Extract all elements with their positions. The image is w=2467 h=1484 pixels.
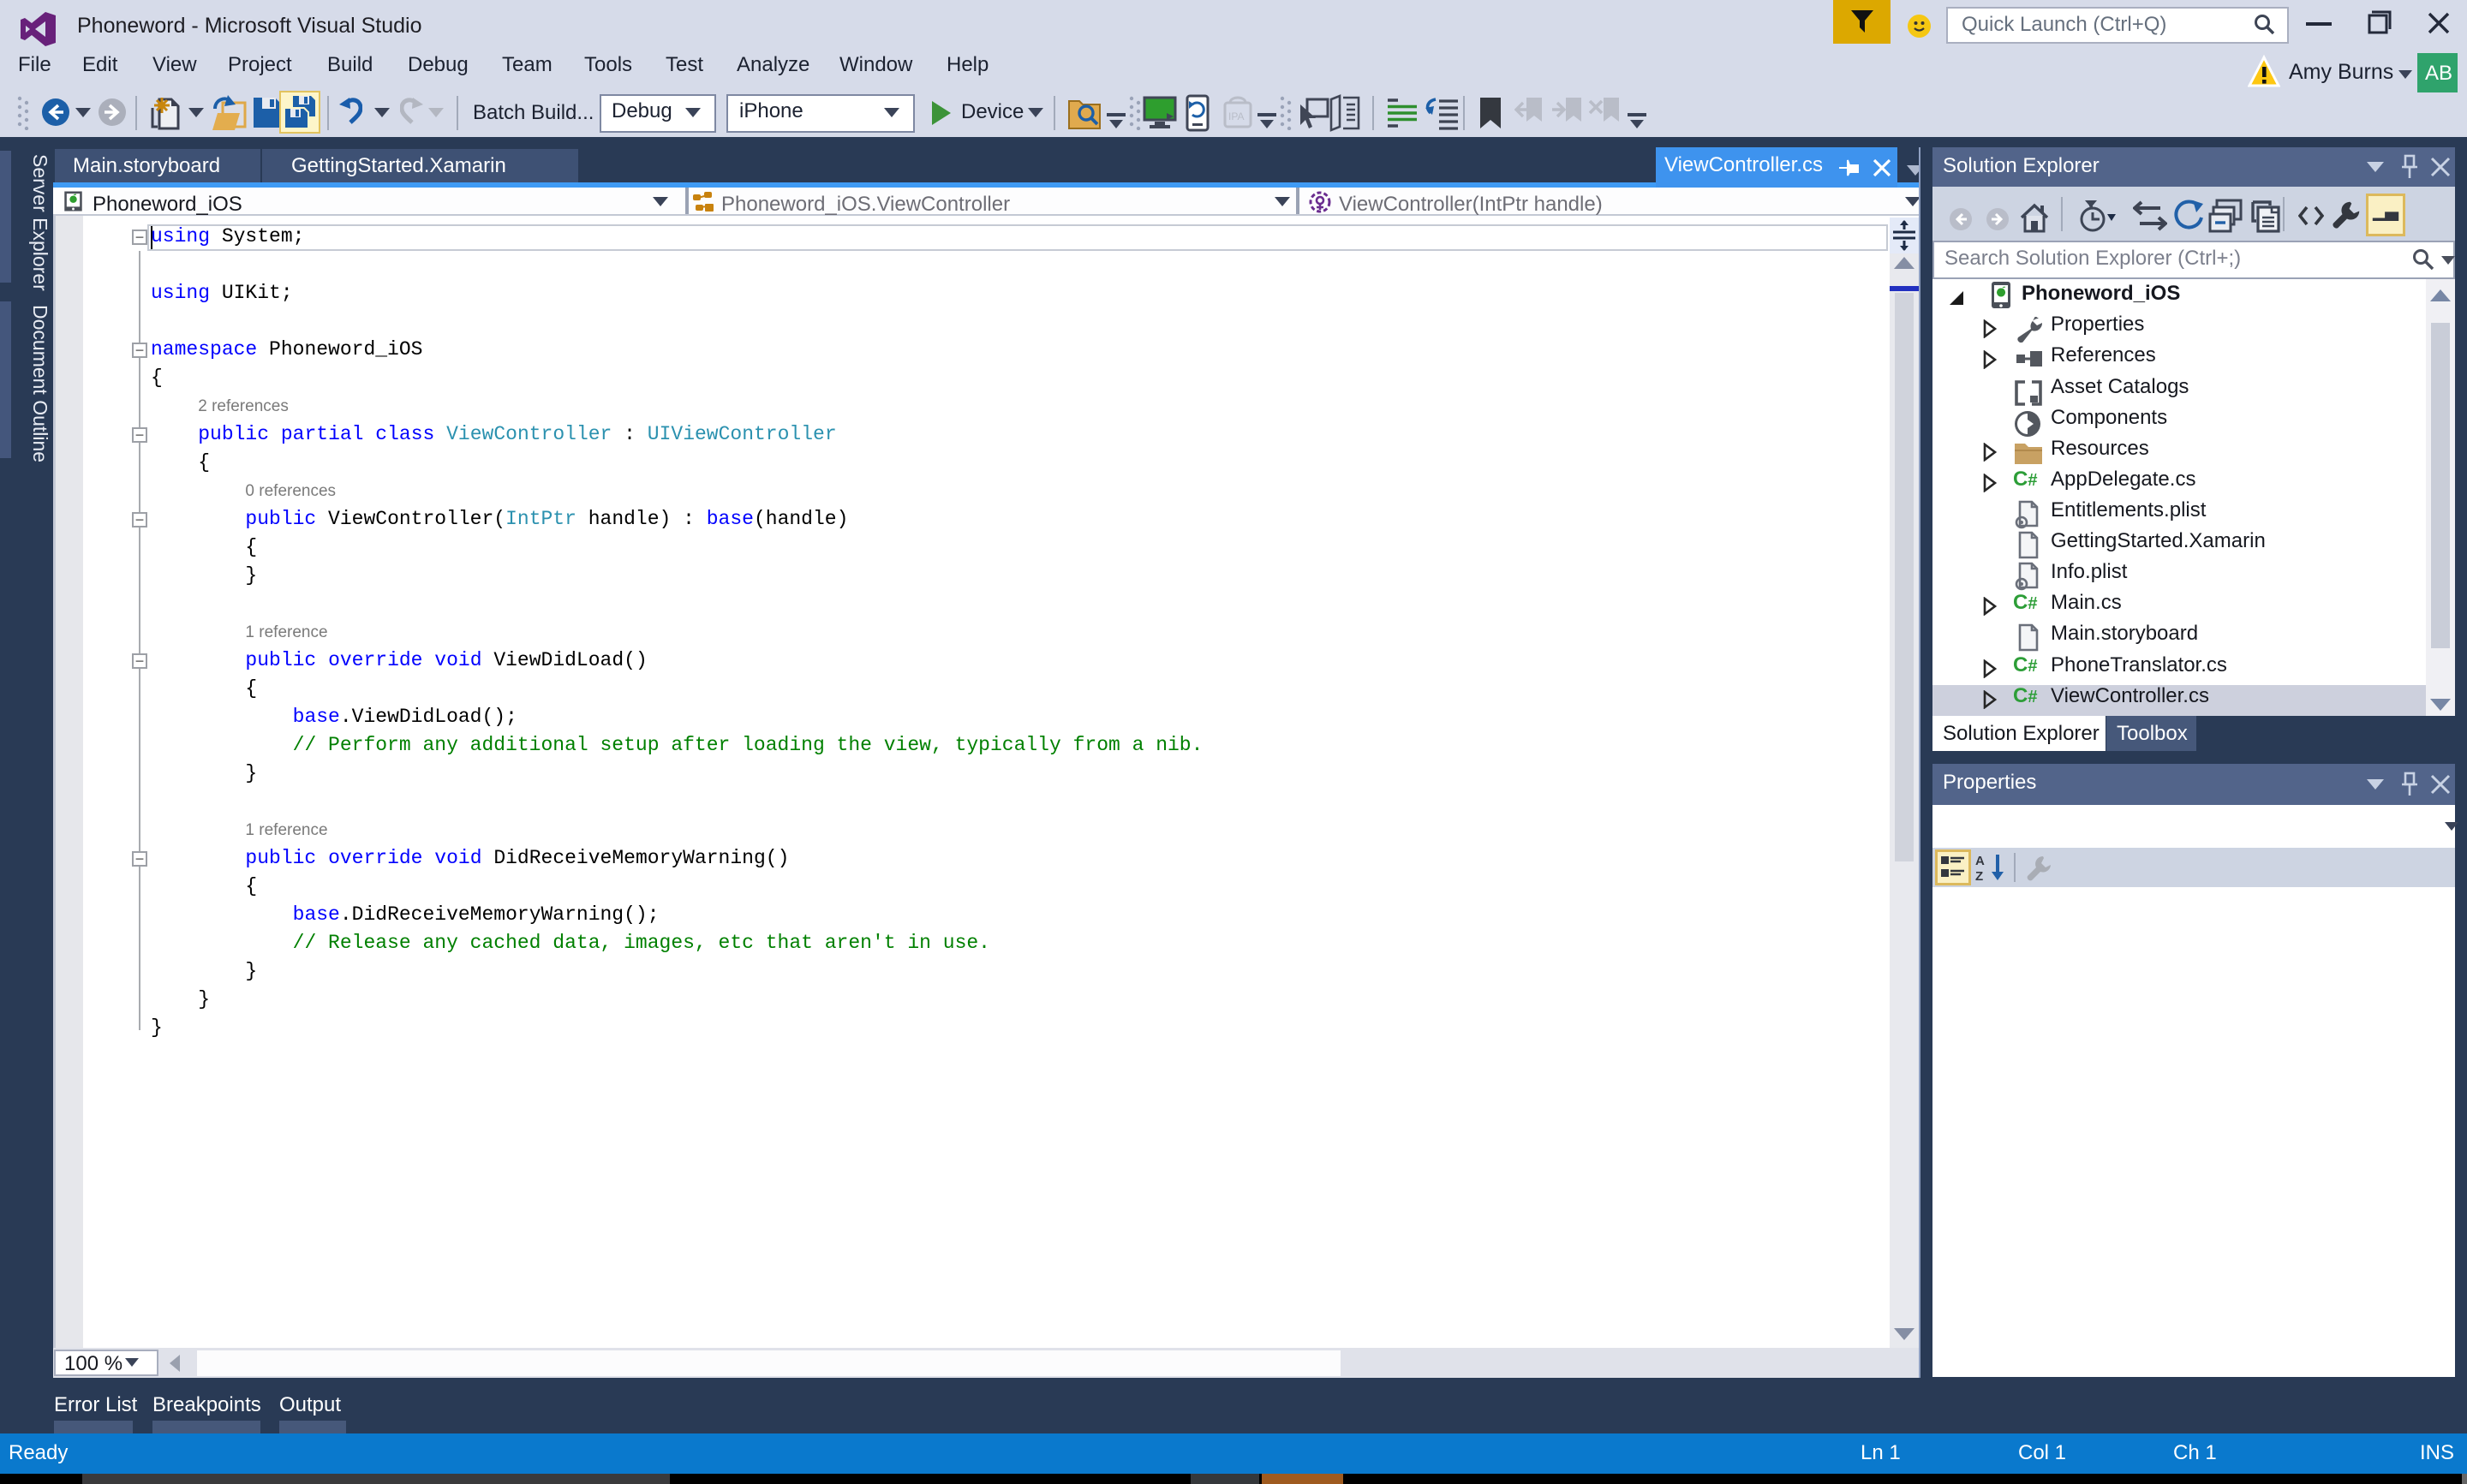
svg-text:IPA: IPA [1228,110,1244,122]
svg-text:Z: Z [1975,869,1983,882]
svg-text:A: A [1975,854,1985,868]
